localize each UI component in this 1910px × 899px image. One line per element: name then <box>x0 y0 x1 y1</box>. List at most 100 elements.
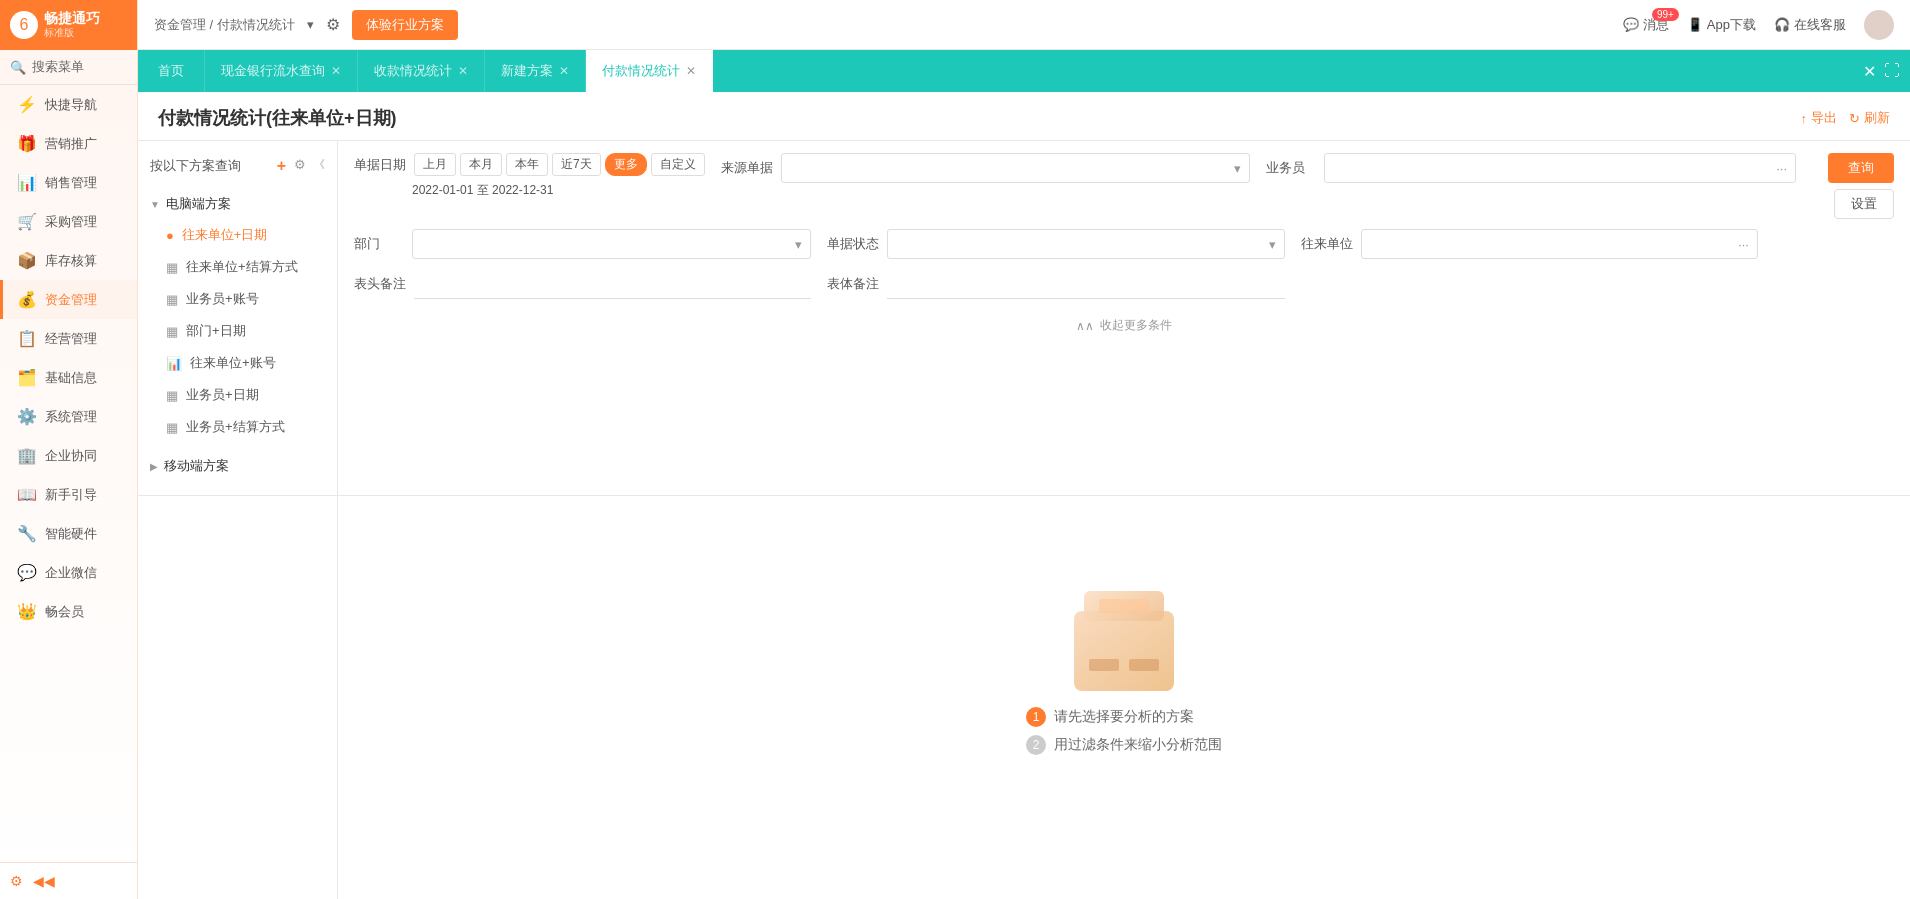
collapse-panel-icon[interactable]: 《 <box>314 157 325 175</box>
app-download-btn[interactable]: 📱 App下载 <box>1687 16 1756 34</box>
refresh-icon: ↻ <box>1849 111 1860 126</box>
tab-new-scheme-label: 新建方案 <box>501 62 553 80</box>
chevron-down-icon: ▾ <box>795 237 802 252</box>
sidebar-item-marketing[interactable]: 🎁 营销推广 <box>0 124 137 163</box>
partner-label: 往来单位 <box>1301 235 1353 253</box>
scheme-salesman-date[interactable]: ▦ 业务员+日期 <box>138 379 337 411</box>
scheme-item-label: 部门+日期 <box>186 322 246 340</box>
collapse-sidebar-icon[interactable]: ◀◀ <box>33 873 55 889</box>
filter-row-2: 部门 ▾ 单据状态 ▾ 往来单位 <box>354 229 1894 259</box>
online-service-btn[interactable]: 🎧 在线客服 <box>1774 16 1846 34</box>
tab-receipts-close[interactable]: ✕ <box>458 64 468 78</box>
logo-text-group: 畅捷通巧 标准版 <box>44 10 100 41</box>
gear-icon[interactable]: ⚙ <box>326 15 340 34</box>
tab-new-scheme[interactable]: 新建方案 ✕ <box>485 50 586 92</box>
tab-cash-flow-close[interactable]: ✕ <box>331 64 341 78</box>
table-header-note-input[interactable] <box>414 269 811 299</box>
partner-group: 往来单位 ··· <box>1301 229 1758 259</box>
sidebar-item-label: 智能硬件 <box>45 525 97 543</box>
chevron-down-icon: ▾ <box>1234 161 1241 176</box>
filter-row-1: 单据日期 上月 本月 本年 近7天 更多 自定义 2022-01-01 至 20… <box>354 153 1894 219</box>
scheme-item-label: 往来单位+账号 <box>190 354 276 372</box>
more-btn[interactable]: 更多 <box>605 153 647 176</box>
sidebar-item-label: 营销推广 <box>45 135 97 153</box>
maximize-btn[interactable]: ⛶ <box>1884 62 1900 80</box>
dept-select[interactable]: ▾ <box>412 229 811 259</box>
search-menu[interactable]: 🔍 搜索菜单 <box>0 50 137 85</box>
table-body-note-input[interactable] <box>887 269 1284 299</box>
query-button[interactable]: 查询 <box>1828 153 1894 183</box>
table-body-note-label: 表体备注 <box>827 275 879 293</box>
tab-new-scheme-close[interactable]: ✕ <box>559 64 569 78</box>
empty-illustration <box>1059 581 1189 691</box>
trial-button[interactable]: 体验行业方案 <box>352 10 458 40</box>
sidebar-item-inventory[interactable]: 📦 库存核算 <box>0 241 137 280</box>
vip-icon: 👑 <box>17 602 37 621</box>
tab-payments[interactable]: 付款情况统计 ✕ <box>586 50 713 92</box>
voucher-status-select[interactable]: ▾ <box>887 229 1284 259</box>
sidebar-item-sales[interactable]: 📊 销售管理 <box>0 163 137 202</box>
tab-payments-close[interactable]: ✕ <box>686 64 696 78</box>
collapse-more-label: 收起更多条件 <box>1100 317 1172 334</box>
operations-icon: 📋 <box>17 329 37 348</box>
user-avatar[interactable] <box>1864 10 1894 40</box>
purchase-icon: 🛒 <box>17 212 37 231</box>
left-panel: 按以下方案查询 + ⚙ 《 ▼ 电脑端方案 ● 往来单位+日期 <box>138 141 338 495</box>
ellipsis-icon: ··· <box>1776 161 1787 176</box>
add-scheme-icon[interactable]: + <box>277 157 286 175</box>
panel-title: 按以下方案查询 <box>150 157 241 175</box>
refresh-button[interactable]: ↻ 刷新 <box>1849 109 1890 127</box>
last-7days-btn[interactable]: 近7天 <box>552 153 601 176</box>
scheme-salesman-settle[interactable]: ▦ 业务员+结算方式 <box>138 411 337 443</box>
sidebar-item-label: 基础信息 <box>45 369 97 387</box>
scheme-dept-date[interactable]: ▦ 部门+日期 <box>138 315 337 347</box>
scheme-settings-icon[interactable]: ⚙ <box>294 157 306 175</box>
empty-text: 1 请先选择要分析的方案 2 用过滤条件来缩小分析范围 <box>1026 707 1222 755</box>
desktop-scheme-title[interactable]: ▼ 电脑端方案 <box>138 189 337 219</box>
tab-receipts[interactable]: 收款情况统计 ✕ <box>358 50 485 92</box>
last-month-btn[interactable]: 上月 <box>414 153 456 176</box>
sidebar-item-guide[interactable]: 📖 新手引导 <box>0 475 137 514</box>
phone-icon: 📱 <box>1687 17 1703 32</box>
basic-icon: 🗂️ <box>17 368 37 387</box>
source-voucher-select[interactable]: ▾ <box>781 153 1251 183</box>
sidebar-item-hardware[interactable]: 🔧 智能硬件 <box>0 514 137 553</box>
notifications-btn[interactable]: 💬 消息 99+ <box>1623 16 1669 34</box>
sidebar-item-system[interactable]: ⚙️ 系统管理 <box>0 397 137 436</box>
active-scheme-icon: ● <box>166 228 174 243</box>
sidebar-item-label: 快捷导航 <box>45 96 97 114</box>
tab-cash-flow[interactable]: 现金银行流水查询 ✕ <box>205 50 358 92</box>
tab-home[interactable]: 首页 <box>138 50 205 92</box>
sidebar-item-enterprise[interactable]: 🏢 企业协同 <box>0 436 137 475</box>
settings-footer-icon[interactable]: ⚙ <box>10 873 23 889</box>
sales-icon: 📊 <box>17 173 37 192</box>
scheme-unit-settle[interactable]: ▦ 往来单位+结算方式 <box>138 251 337 283</box>
collapse-more-btn[interactable]: ∧∧ 收起更多条件 <box>354 309 1894 342</box>
sidebar-item-vip[interactable]: 👑 畅会员 <box>0 592 137 631</box>
this-month-btn[interactable]: 本月 <box>460 153 502 176</box>
sidebar-item-capital[interactable]: 💰 资金管理 <box>0 280 137 319</box>
sidebar-item-label: 库存核算 <box>45 252 97 270</box>
custom-btn[interactable]: 自定义 <box>651 153 705 176</box>
this-year-btn[interactable]: 本年 <box>506 153 548 176</box>
close-all-tabs-btn[interactable]: ✕ <box>1863 62 1876 81</box>
topbar: 资金管理 / 付款情况统计 ▾ ⚙ 体验行业方案 💬 消息 99+ 📱 App下… <box>138 0 1910 50</box>
settings-button[interactable]: 设置 <box>1834 189 1894 219</box>
sidebar: 6 畅捷通巧 标准版 🔍 搜索菜单 ⚡ 快捷导航 🎁 营销推广 📊 销售管理 🛒… <box>0 0 138 899</box>
scheme-unit-date[interactable]: ● 往来单位+日期 <box>138 219 337 251</box>
main-area: 资金管理 / 付款情况统计 ▾ ⚙ 体验行业方案 💬 消息 99+ 📱 App下… <box>138 0 1910 899</box>
scheme-unit-account[interactable]: 📊 往来单位+账号 <box>138 347 337 379</box>
salesman-group: 业务员 ··· <box>1266 153 1796 183</box>
partner-select[interactable]: ··· <box>1361 229 1758 259</box>
sidebar-item-basic[interactable]: 🗂️ 基础信息 <box>0 358 137 397</box>
notification-badge: 99+ <box>1652 8 1679 21</box>
salesman-select[interactable]: ··· <box>1324 153 1796 183</box>
sidebar-item-weixin[interactable]: 💬 企业微信 <box>0 553 137 592</box>
scheme-salesman-account[interactable]: ▦ 业务员+账号 <box>138 283 337 315</box>
breadcrumb-dropdown[interactable]: ▾ <box>307 17 314 32</box>
export-button[interactable]: ↑ 导出 <box>1801 109 1838 127</box>
sidebar-item-operations[interactable]: 📋 经营管理 <box>0 319 137 358</box>
sidebar-item-purchase[interactable]: 🛒 采购管理 <box>0 202 137 241</box>
sidebar-item-quick-nav[interactable]: ⚡ 快捷导航 <box>0 85 137 124</box>
mobile-scheme-title[interactable]: ▶ 移动端方案 <box>138 451 337 481</box>
